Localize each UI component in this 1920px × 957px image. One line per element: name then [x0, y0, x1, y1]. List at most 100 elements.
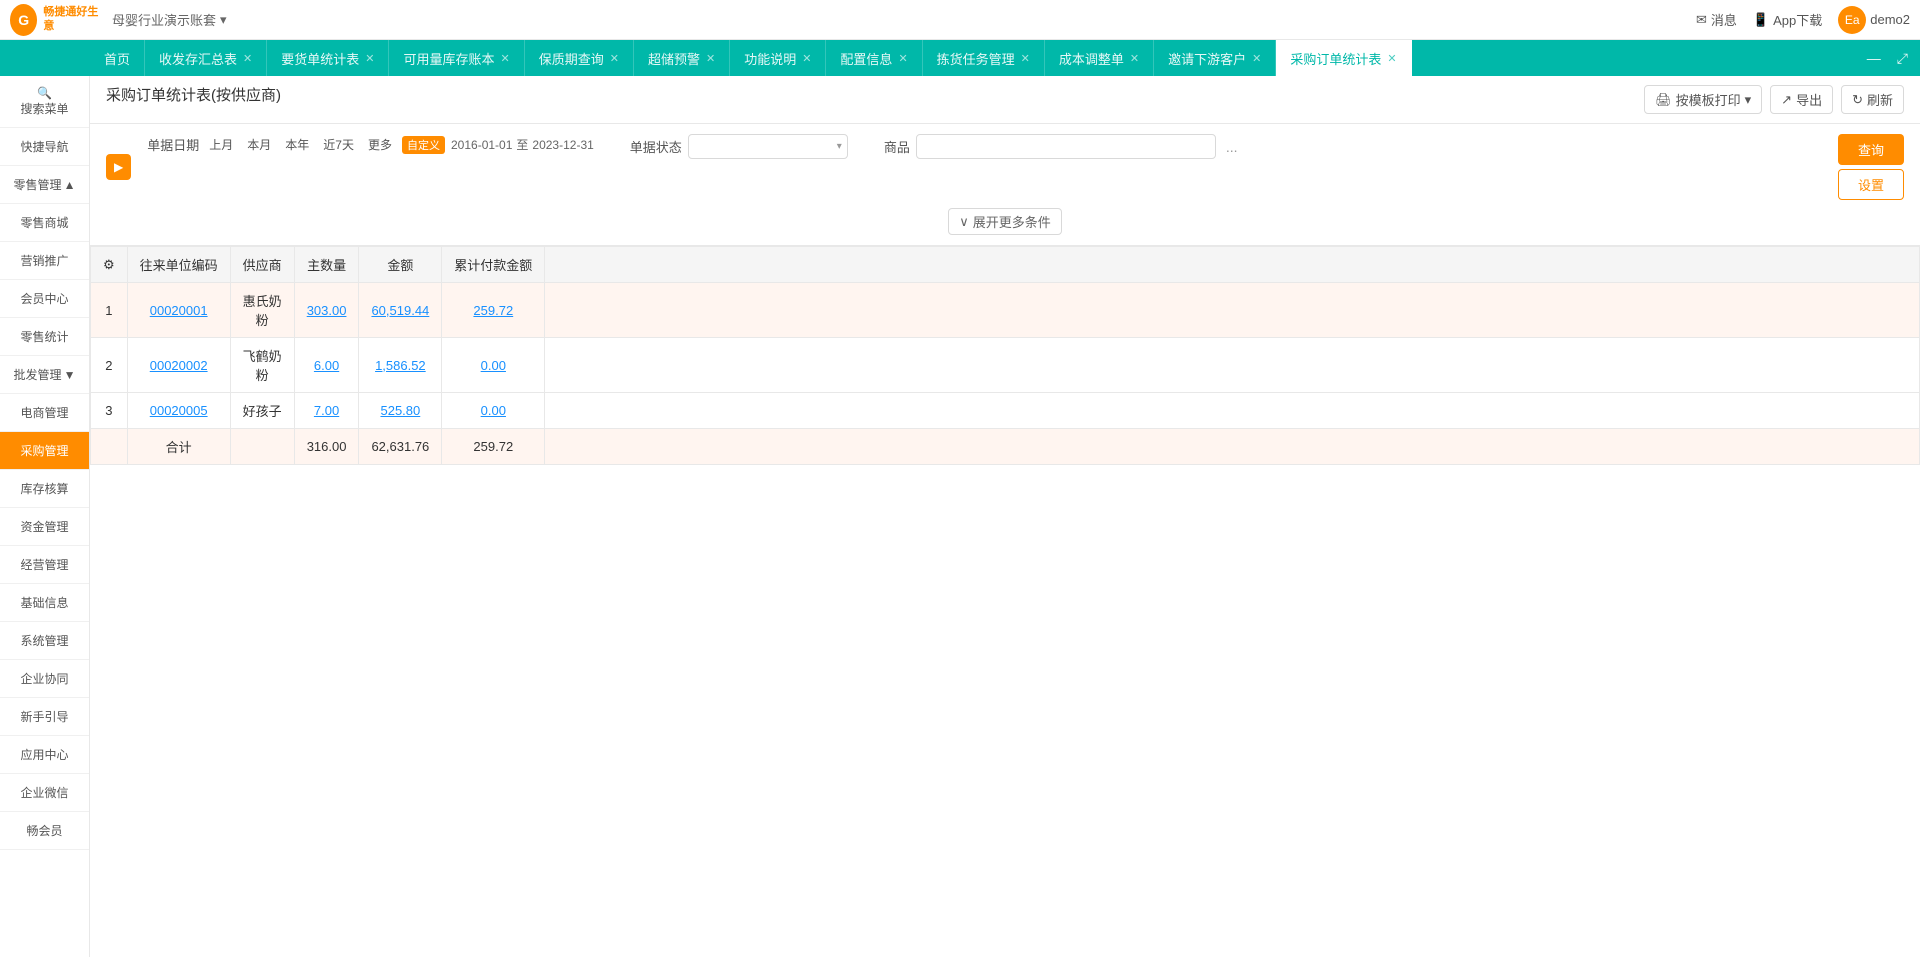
- workspace-selector[interactable]: 母婴行业演示账套 ▾: [112, 10, 1684, 29]
- col-extra: [545, 247, 1920, 283]
- tab-chengben[interactable]: 成本调整单 ✕: [1045, 40, 1154, 76]
- sidebar-item-marketing[interactable]: 营销推广: [0, 242, 89, 280]
- sidebar-item-retail-stats[interactable]: 零售统计: [0, 318, 89, 356]
- tab-peizhi-close[interactable]: ✕: [898, 52, 907, 65]
- refresh-label: 刷新: [1867, 90, 1893, 109]
- sidebar-item-search[interactable]: 🔍搜索菜单: [0, 76, 89, 128]
- tab-shoufacun-close[interactable]: ✕: [243, 52, 252, 65]
- custom-badge: 自定义: [402, 136, 445, 154]
- footer-qty: 316.00: [294, 429, 359, 465]
- row-qty[interactable]: 303.00: [294, 283, 359, 338]
- tab-yaohuo-close[interactable]: ✕: [365, 52, 374, 65]
- row-supplier: 飞鹤奶粉: [230, 338, 294, 393]
- tab-keyongliang[interactable]: 可用量库存账本 ✕: [389, 40, 524, 76]
- logo-text: 畅捷通好生意: [43, 6, 100, 32]
- col-settings[interactable]: ⚙: [91, 247, 128, 283]
- sidebar-item-wholesale[interactable]: 批发管理▼: [0, 356, 89, 394]
- sidebar-item-ecommerce[interactable]: 电商管理: [0, 394, 89, 432]
- workspace-label: 母婴行业演示账套: [112, 10, 216, 29]
- row-qty[interactable]: 7.00: [294, 393, 359, 429]
- printer-icon: 🖨: [1655, 92, 1672, 108]
- tab-keyongliang-label: 可用量库存账本: [403, 49, 494, 68]
- phone-icon: 📱: [1753, 12, 1769, 28]
- sidebar-item-system[interactable]: 系统管理: [0, 622, 89, 660]
- tab-yaoqing[interactable]: 邀请下游客户 ✕: [1154, 40, 1276, 76]
- expand-icon: ∨: [959, 214, 969, 230]
- sidebar-item-app-center[interactable]: 应用中心: [0, 736, 89, 774]
- row-code[interactable]: 00020002: [127, 338, 230, 393]
- tab-keyongliang-close[interactable]: ✕: [501, 52, 510, 65]
- tab-yaoqing-label: 邀请下游客户: [1168, 49, 1246, 68]
- sidebar-item-collab[interactable]: 企业协同: [0, 660, 89, 698]
- tab-yaohuo[interactable]: 要货单统计表 ✕: [267, 40, 389, 76]
- export-btn[interactable]: ↗ 导出: [1770, 85, 1833, 114]
- row-paid[interactable]: 0.00: [442, 338, 545, 393]
- row-paid[interactable]: 259.72: [442, 283, 545, 338]
- sidebar-item-member[interactable]: 会员中心: [0, 280, 89, 318]
- shortcut-7days[interactable]: 近7天: [319, 134, 358, 155]
- date-label: 单据日期: [147, 135, 199, 154]
- query-btn[interactable]: 查询: [1838, 134, 1904, 165]
- print-btn[interactable]: 🖨 按模板打印 ▾: [1644, 85, 1762, 114]
- sidebar-item-retail-shop[interactable]: 零售商城: [0, 204, 89, 242]
- footer-label: 合计: [127, 429, 230, 465]
- row-qty[interactable]: 6.00: [294, 338, 359, 393]
- refresh-btn[interactable]: ↻ 刷新: [1841, 85, 1904, 114]
- expand-label: 展开更多条件: [973, 212, 1051, 231]
- tab-gongneng[interactable]: 功能说明 ✕: [730, 40, 826, 76]
- user-area[interactable]: Ea demo2: [1838, 6, 1910, 34]
- sidebar-item-wechat[interactable]: 企业微信: [0, 774, 89, 812]
- row-num: 2: [91, 338, 128, 393]
- tab-shoufacun[interactable]: 收发存汇总表 ✕: [145, 40, 267, 76]
- row-paid[interactable]: 0.00: [442, 393, 545, 429]
- tab-baozhi[interactable]: 保质期查询 ✕: [525, 40, 634, 76]
- row-amount[interactable]: 60,519.44: [359, 283, 442, 338]
- tab-yaoqing-close[interactable]: ✕: [1252, 52, 1261, 65]
- sidebar-item-member2[interactable]: 畅会员: [0, 812, 89, 850]
- message-btn[interactable]: ✉ 消息: [1696, 10, 1737, 29]
- filter-toggle-btn[interactable]: ▶: [106, 154, 131, 180]
- sidebar-item-inventory[interactable]: 库存核算: [0, 470, 89, 508]
- top-actions: 🖨 按模板打印 ▾ ↗ 导出 ↻ 刷新: [1644, 85, 1904, 114]
- sidebar-item-newbie[interactable]: 新手引导: [0, 698, 89, 736]
- row-extra: [545, 338, 1920, 393]
- tab-jianhuo-close[interactable]: ✕: [1021, 52, 1030, 65]
- sidebar-item-quicknav[interactable]: 快捷导航: [0, 128, 89, 166]
- expand-btn[interactable]: ∨ 展开更多条件: [948, 208, 1062, 235]
- tab-peizhi[interactable]: 配置信息 ✕: [826, 40, 922, 76]
- row-amount[interactable]: 525.80: [359, 393, 442, 429]
- shortcut-thisyear[interactable]: 本年: [281, 134, 313, 155]
- sidebar-item-basic-info[interactable]: 基础信息: [0, 584, 89, 622]
- page-header-row: 采购订单统计表(按供应商) 🖨 按模板打印 ▾ ↗ 导出 ↻ 刷新: [90, 76, 1920, 124]
- row-code[interactable]: 00020001: [127, 283, 230, 338]
- tab-chaochuyujing-close[interactable]: ✕: [706, 52, 715, 65]
- sidebar-item-finance[interactable]: 资金管理: [0, 508, 89, 546]
- row-num: 1: [91, 283, 128, 338]
- sidebar-item-purchase[interactable]: 采购管理: [0, 432, 89, 470]
- tab-jianhuo[interactable]: 拣货任务管理 ✕: [923, 40, 1045, 76]
- goods-dots-btn[interactable]: ...: [1222, 135, 1242, 159]
- goods-input[interactable]: [916, 134, 1216, 159]
- tab-caigou-close[interactable]: ✕: [1387, 52, 1396, 65]
- shortcut-more[interactable]: 更多: [364, 134, 396, 155]
- tab-baozhi-close[interactable]: ✕: [610, 52, 619, 65]
- sidebar-item-retail-mgmt[interactable]: 零售管理▲: [0, 166, 89, 204]
- tab-maximize-btn[interactable]: ⤢: [1893, 46, 1912, 71]
- sidebar-item-operations[interactable]: 经营管理: [0, 546, 89, 584]
- nav-tabs-right: — ⤢: [1863, 46, 1920, 71]
- tab-caigou-active[interactable]: 采购订单统计表 ✕: [1276, 40, 1411, 76]
- tab-gongneng-close[interactable]: ✕: [802, 52, 811, 65]
- status-select[interactable]: [688, 134, 848, 159]
- shortcut-thismonth[interactable]: 本月: [243, 134, 275, 155]
- tab-home[interactable]: 首页: [90, 40, 145, 76]
- row-code[interactable]: 00020005: [127, 393, 230, 429]
- settings-btn[interactable]: 设置: [1838, 169, 1904, 200]
- tab-chengben-close[interactable]: ✕: [1130, 52, 1139, 65]
- date-from: 2016-01-01: [451, 138, 512, 152]
- tab-minimize-btn[interactable]: —: [1863, 46, 1885, 70]
- tab-chaochuyujing[interactable]: 超储预警 ✕: [634, 40, 730, 76]
- table-row: 2 00020002 飞鹤奶粉 6.00 1,586.52 0.00: [91, 338, 1920, 393]
- row-amount[interactable]: 1,586.52: [359, 338, 442, 393]
- shortcut-lastmonth[interactable]: 上月: [205, 134, 237, 155]
- app-download-btn[interactable]: 📱 App下载: [1753, 10, 1822, 29]
